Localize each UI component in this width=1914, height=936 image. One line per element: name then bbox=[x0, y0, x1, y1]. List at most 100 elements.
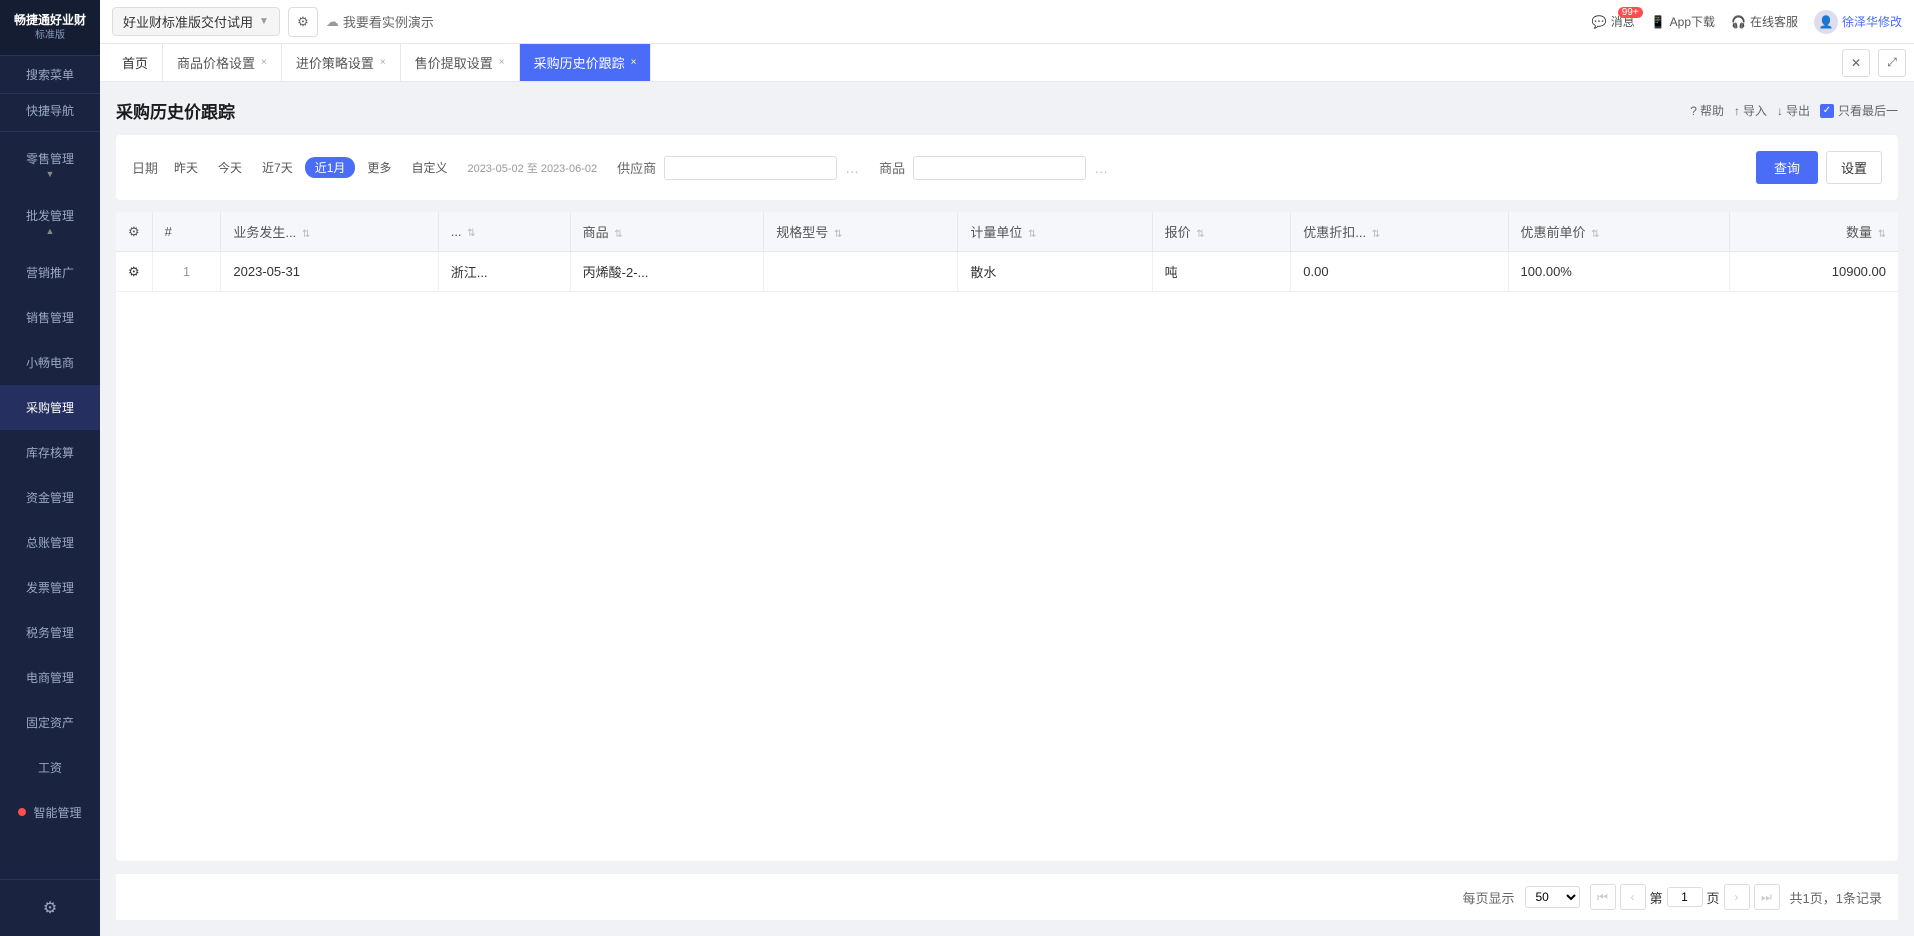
main-area: 好业财标准版交付试用 ▼ ⚙ ☁ 我要看实例演示 💬 消息 99+ 📱 App下… bbox=[100, 0, 1914, 936]
page-actions: ? 帮助 ↑ 导入 ↓ 导出 ✓ 只看最后一 bbox=[1690, 102, 1898, 119]
company-selector[interactable]: 好业财标准版交付试用 ▼ bbox=[112, 7, 280, 36]
table-col-discount[interactable]: 优惠折扣... ⇅ bbox=[1291, 212, 1508, 252]
sidebar-bottom: ⚙ bbox=[0, 879, 100, 936]
settings-icon[interactable]: ⚙ bbox=[0, 890, 100, 926]
table-col-date[interactable]: 业务发生... ⇅ bbox=[221, 212, 438, 252]
query-button[interactable]: 查询 bbox=[1756, 151, 1818, 184]
chevron-up-icon: ▲ bbox=[46, 226, 55, 236]
checkbox-indicator: ✓ bbox=[1820, 104, 1834, 118]
tab-price[interactable]: 商品价格设置 × bbox=[163, 44, 282, 81]
import-button[interactable]: ↑ 导入 bbox=[1734, 102, 1767, 119]
sidebar-divider-1 bbox=[0, 131, 100, 132]
message-button[interactable]: 💬 消息 99+ bbox=[1592, 13, 1635, 30]
tab-close-button[interactable]: ✕ bbox=[1842, 49, 1870, 77]
page-first-button[interactable]: ⏮ bbox=[1590, 884, 1616, 910]
supplier-filter-label: 供应商 bbox=[617, 158, 656, 177]
sidebar-item-label: 电商管理 bbox=[26, 669, 74, 686]
sidebar-item-label: 销售管理 bbox=[26, 309, 74, 326]
sidebar: 畅捷通好业财 标准版 搜索菜单 快捷导航 零售管理 ▼ 批发管理 ▲ 营销推广 … bbox=[0, 0, 100, 936]
sidebar-item-fixed-assets[interactable]: 固定资产 bbox=[0, 700, 100, 745]
tab-fullscreen-button[interactable]: ⤢ bbox=[1878, 49, 1906, 77]
export-label: 导出 bbox=[1786, 102, 1810, 119]
date-option-1month[interactable]: 近1月 bbox=[305, 157, 356, 178]
sidebar-item-label: 工资 bbox=[38, 759, 62, 776]
table-col-gear[interactable]: ⚙ bbox=[116, 212, 152, 252]
table-col-spec[interactable]: 规格型号 ⇅ bbox=[764, 212, 958, 252]
sidebar-quick-nav[interactable]: 快捷导航 bbox=[0, 94, 100, 127]
table-col-goods[interactable]: 商品 ⇅ bbox=[570, 212, 764, 252]
table-col-unit[interactable]: 计量单位 ⇅ bbox=[958, 212, 1152, 252]
date-option-7days[interactable]: 近7天 bbox=[254, 157, 301, 178]
sidebar-item-tax[interactable]: 税务管理 bbox=[0, 610, 100, 655]
sidebar-item-sales[interactable]: 销售管理 bbox=[0, 295, 100, 340]
gear-icon: ⚙ bbox=[297, 14, 309, 30]
topbar-right: 💬 消息 99+ 📱 App下载 🎧 在线客服 👤 徐泽华修改 bbox=[1592, 10, 1902, 34]
sidebar-item-label: 批发管理 bbox=[26, 207, 74, 224]
tab-label: 采购历史价跟踪 bbox=[534, 53, 625, 72]
row-date: 2023-05-31 bbox=[221, 252, 438, 292]
close-icon[interactable]: × bbox=[631, 57, 637, 68]
settings-button[interactable]: 设置 bbox=[1826, 151, 1882, 184]
user-menu-button[interactable]: 👤 徐泽华修改 bbox=[1814, 10, 1902, 34]
date-option-custom[interactable]: 自定义 bbox=[403, 157, 455, 178]
topbar-settings-button[interactable]: ⚙ bbox=[288, 7, 318, 37]
tab-strategy[interactable]: 进价策略设置 × bbox=[282, 44, 401, 81]
demo-label: 我要看实例演示 bbox=[343, 12, 434, 31]
tab-label: 进价策略设置 bbox=[296, 53, 374, 72]
goods-more-icon[interactable]: … bbox=[1094, 160, 1108, 176]
supplier-input[interactable] bbox=[664, 156, 837, 180]
sort-icon: ⇅ bbox=[1372, 229, 1380, 240]
close-icon[interactable]: × bbox=[499, 57, 505, 68]
page-number-input[interactable] bbox=[1667, 887, 1703, 907]
page-next-button[interactable]: › bbox=[1724, 884, 1750, 910]
online-service-button[interactable]: 🎧 在线客服 bbox=[1731, 13, 1798, 30]
message-badge: 99+ bbox=[1618, 7, 1643, 18]
export-button[interactable]: ↓ 导出 bbox=[1777, 102, 1810, 119]
date-option-more[interactable]: 更多 bbox=[359, 157, 399, 178]
date-option-today[interactable]: 今天 bbox=[210, 157, 250, 178]
sort-icon: ⇅ bbox=[834, 229, 842, 240]
page-prev-button[interactable]: ‹ bbox=[1620, 884, 1646, 910]
help-icon: ? bbox=[1690, 104, 1697, 118]
goods-input[interactable] bbox=[913, 156, 1086, 180]
sidebar-item-wholesale[interactable]: 批发管理 ▲ bbox=[0, 193, 100, 250]
sidebar-item-purchase[interactable]: 采购管理 bbox=[0, 385, 100, 430]
sidebar-item-ecommerce-small[interactable]: 小畅电商 bbox=[0, 340, 100, 385]
tab-sale-extract[interactable]: 售价提取设置 × bbox=[401, 44, 520, 81]
table-col-quoted[interactable]: 报价 ⇅ bbox=[1152, 212, 1291, 252]
sidebar-item-finance[interactable]: 资金管理 bbox=[0, 475, 100, 520]
help-button[interactable]: ? 帮助 bbox=[1690, 102, 1724, 119]
tab-purchase-history[interactable]: 采购历史价跟踪 × bbox=[520, 44, 652, 81]
tab-home[interactable]: 首页 bbox=[108, 44, 163, 81]
row-gear[interactable]: ⚙ bbox=[116, 252, 152, 292]
page-last-button[interactable]: ⏭ bbox=[1754, 884, 1780, 910]
table-col-pre-discount-price[interactable]: 优惠前单价 ⇅ bbox=[1508, 212, 1730, 252]
sort-icon: ⇅ bbox=[302, 229, 310, 240]
date-option-yesterday[interactable]: 昨天 bbox=[166, 157, 206, 178]
table-row: ⚙ 1 2023-05-31 浙江... 丙烯酸-2-... 散水 吨 0.00… bbox=[116, 252, 1898, 292]
sidebar-item-inventory[interactable]: 库存核算 bbox=[0, 430, 100, 475]
close-icon[interactable]: × bbox=[261, 57, 267, 68]
sidebar-item-label: 资金管理 bbox=[26, 489, 74, 506]
sidebar-item-ecommerce[interactable]: 电商管理 bbox=[0, 655, 100, 700]
app-download-button[interactable]: 📱 App下载 bbox=[1651, 13, 1715, 30]
table-col-more[interactable]: ... ⇅ bbox=[438, 212, 570, 252]
demo-button[interactable]: ☁ 我要看实例演示 bbox=[326, 12, 434, 31]
row-pre-discount-price: 100.00% bbox=[1508, 252, 1730, 292]
supplier-more-icon[interactable]: … bbox=[845, 160, 859, 176]
sidebar-item-label: 小畅电商 bbox=[26, 354, 74, 371]
phone-icon: 📱 bbox=[1651, 15, 1666, 29]
only-last-checkbox[interactable]: ✓ 只看最后一 bbox=[1820, 102, 1898, 119]
sidebar-item-general-ledger[interactable]: 总账管理 bbox=[0, 520, 100, 565]
sidebar-item-retail[interactable]: 零售管理 ▼ bbox=[0, 136, 100, 193]
per-page-select[interactable]: 50 100 200 bbox=[1525, 886, 1580, 908]
sidebar-item-payroll[interactable]: 工资 bbox=[0, 745, 100, 790]
sidebar-item-marketing[interactable]: 营销推广 bbox=[0, 250, 100, 295]
row-quoted: 吨 bbox=[1152, 252, 1291, 292]
sidebar-item-smart[interactable]: 智能管理 bbox=[0, 790, 100, 835]
close-icon[interactable]: × bbox=[380, 57, 386, 68]
table-col-quantity[interactable]: 数量 ⇅ bbox=[1730, 212, 1898, 252]
sidebar-item-invoice[interactable]: 发票管理 bbox=[0, 565, 100, 610]
sort-icon: ⇅ bbox=[1196, 229, 1204, 240]
sidebar-search[interactable]: 搜索菜单 bbox=[0, 56, 100, 94]
